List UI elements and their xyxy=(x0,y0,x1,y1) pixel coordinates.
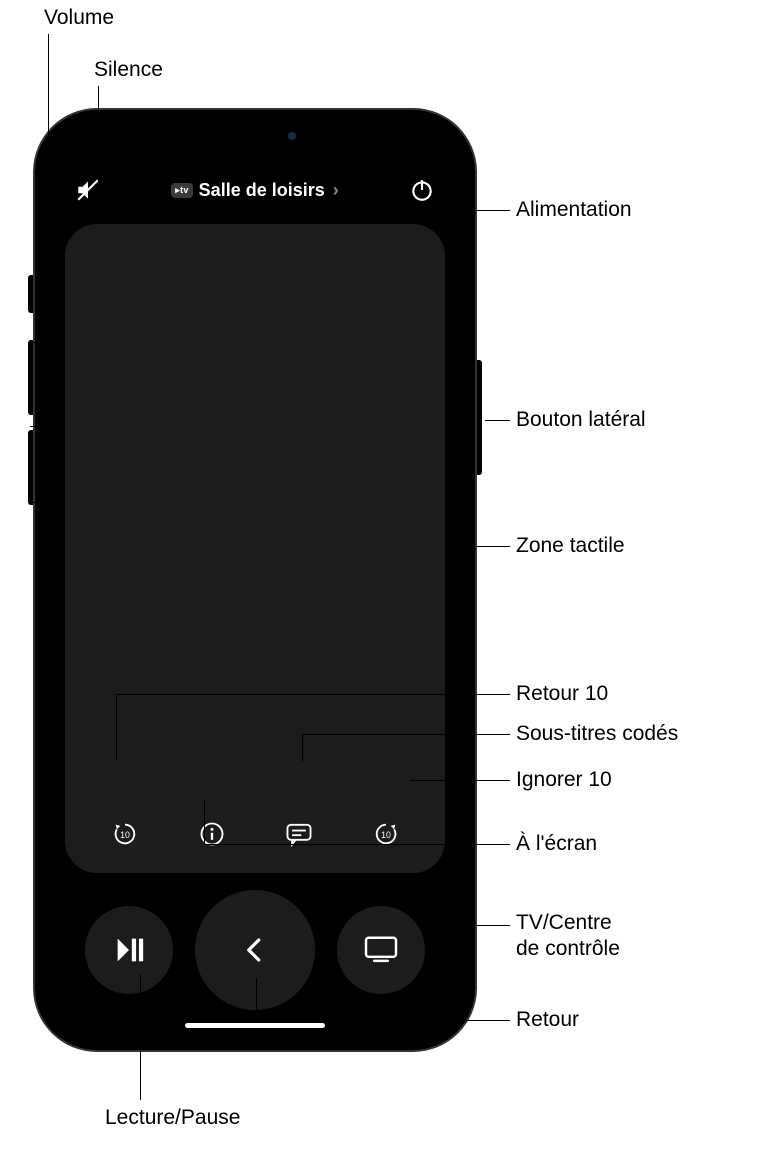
touch-area[interactable]: 10 xyxy=(65,224,445,873)
info-button[interactable] xyxy=(195,817,229,851)
callout-line xyxy=(430,210,510,211)
callout-line xyxy=(302,734,303,762)
playpause-icon xyxy=(112,933,146,967)
screen: ▸tv Salle de loisirs › 10 xyxy=(47,122,463,1038)
callout-line xyxy=(204,800,205,844)
back-10-button[interactable]: 10 xyxy=(108,817,142,851)
callout-line xyxy=(454,300,466,301)
chevron-left-icon xyxy=(240,928,270,972)
callout-volume: Volume xyxy=(44,6,114,30)
callout-line xyxy=(256,1020,510,1021)
callout-line xyxy=(204,844,510,845)
callout-skip10: Ignorer 10 xyxy=(516,768,612,792)
callout-back10: Retour 10 xyxy=(516,682,608,706)
callout-line xyxy=(420,925,510,926)
power-button[interactable] xyxy=(407,175,437,205)
callout-line xyxy=(485,420,510,421)
svg-text:10: 10 xyxy=(381,830,391,840)
callout-line xyxy=(48,34,49,427)
tv-icon xyxy=(363,935,399,965)
callout-line xyxy=(30,426,48,427)
media-row: 10 xyxy=(65,803,445,873)
callout-tvcontrol: TV/Centre de contrôle xyxy=(516,910,620,963)
callout-line xyxy=(454,300,455,660)
notch xyxy=(170,122,340,150)
callout-line xyxy=(30,342,48,343)
back-button[interactable] xyxy=(195,890,315,1010)
callout-line xyxy=(302,734,510,735)
device-name: Salle de loisirs xyxy=(199,180,325,201)
callout-line xyxy=(454,660,466,661)
callout-touch: Zone tactile xyxy=(516,534,625,558)
bottom-controls xyxy=(47,873,463,1023)
hw-side-button xyxy=(474,360,482,475)
play-pause-button[interactable] xyxy=(85,906,173,994)
phone-frame: ▸tv Salle de loisirs › 10 xyxy=(35,110,475,1050)
skip-10-button[interactable]: 10 xyxy=(369,817,403,851)
callout-onscreen: À l'écran xyxy=(516,832,597,856)
callout-line xyxy=(466,546,510,547)
chevron-right-icon: › xyxy=(333,180,339,201)
callout-line xyxy=(116,694,510,695)
callout-line xyxy=(30,502,48,503)
power-icon xyxy=(409,177,435,203)
back10-icon: 10 xyxy=(111,820,139,848)
callout-line xyxy=(256,978,257,1020)
device-switcher[interactable]: ▸tv Salle de loisirs › xyxy=(171,180,338,201)
touch-pad[interactable] xyxy=(65,224,445,803)
callout-line xyxy=(410,780,510,781)
callout-side: Bouton latéral xyxy=(516,408,646,432)
callout-power: Alimentation xyxy=(516,198,632,222)
callout-text: TV/Centre xyxy=(516,911,612,934)
home-indicator xyxy=(185,1023,325,1028)
callout-playpause: Lecture/Pause xyxy=(105,1106,240,1130)
remote-topbar: ▸tv Salle de loisirs › xyxy=(47,162,463,218)
captions-button[interactable] xyxy=(282,817,316,851)
callout-text: de contrôle xyxy=(516,937,620,960)
callout-silence: Silence xyxy=(94,58,163,82)
callout-cc: Sous-titres codés xyxy=(516,722,678,746)
callout-back: Retour xyxy=(516,1008,579,1032)
tv-control-button[interactable] xyxy=(337,906,425,994)
svg-text:10: 10 xyxy=(120,830,130,840)
callout-line xyxy=(116,694,117,760)
callout-line xyxy=(140,974,141,1100)
callout-line xyxy=(98,86,99,202)
appletv-badge: ▸tv xyxy=(171,183,192,198)
